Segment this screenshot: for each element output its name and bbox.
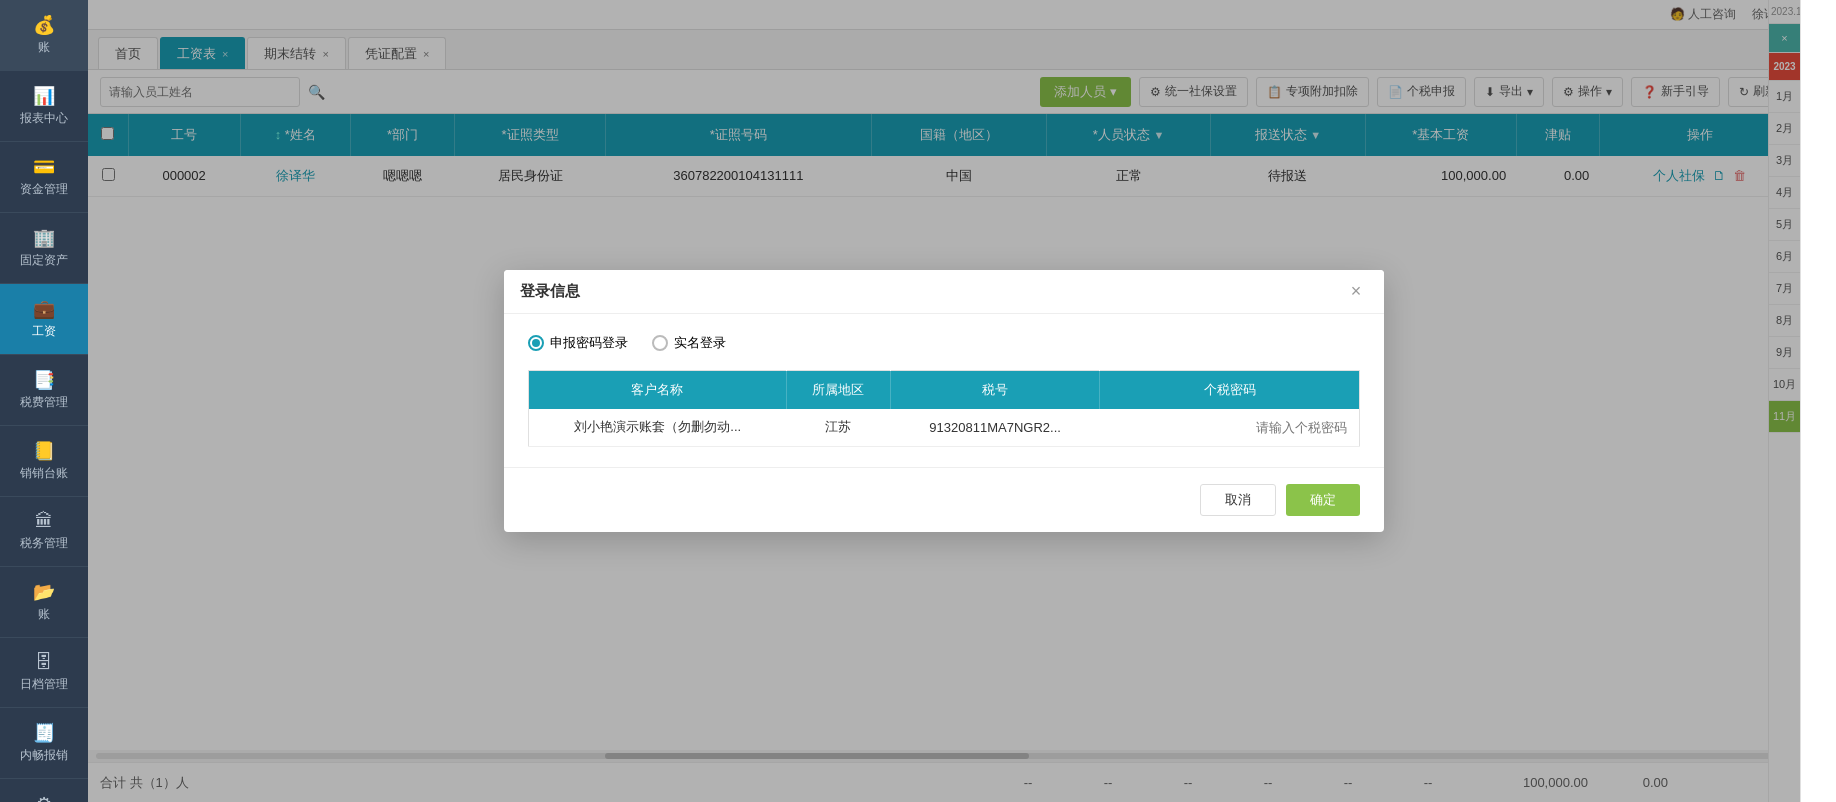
inner-cell-region: 江苏 xyxy=(786,409,890,447)
sidebar-item-报表中心[interactable]: 📊 报表中心 xyxy=(0,71,88,142)
报表-icon: 📊 xyxy=(0,85,88,107)
sidebar-item-日档管理[interactable]: 🗄 日档管理 xyxy=(0,638,88,708)
sidebar-item-税务管理[interactable]: 🏛 税务管理 xyxy=(0,497,88,567)
cancel-button[interactable]: 取消 xyxy=(1200,484,1276,516)
sidebar-item-内畅报销[interactable]: 🧾 内畅报销 xyxy=(0,708,88,779)
日档-icon: 🗄 xyxy=(0,652,88,673)
工资-icon: 💼 xyxy=(0,298,88,320)
sidebar-item-固定资产[interactable]: 🏢 固定资产 xyxy=(0,213,88,284)
modal-title: 登录信息 xyxy=(520,282,580,301)
sidebar: 💰 账 📊 报表中心 💳 资金管理 🏢 固定资产 💼 工资 📑 税费管理 📒 销… xyxy=(0,0,88,802)
modal-header: 登录信息 × xyxy=(504,270,1384,314)
modal-body: 申报密码登录 实名登录 客户名称 所属地区 税号 个税密码 xyxy=(504,314,1384,467)
sidebar-item-资金管理[interactable]: 💳 资金管理 xyxy=(0,142,88,213)
账-icon: 💰 xyxy=(0,14,88,36)
radio-group: 申报密码登录 实名登录 xyxy=(528,334,1360,352)
固定资产-icon: 🏢 xyxy=(0,227,88,249)
radio-password-dot xyxy=(528,335,544,351)
税务-icon: 🏛 xyxy=(0,511,88,532)
confirm-button[interactable]: 确定 xyxy=(1286,484,1360,516)
modal: 登录信息 × 申报密码登录 实名登录 客户名称 所属 xyxy=(504,270,1384,532)
报销-icon: 🧾 xyxy=(0,722,88,744)
sidebar-item-工资[interactable]: 💼 工资 xyxy=(0,284,88,355)
inner-col-taxid: 税号 xyxy=(890,371,1100,409)
税费-icon: 📑 xyxy=(0,369,88,391)
inner-col-name: 客户名称 xyxy=(529,371,787,409)
inner-col-region: 所属地区 xyxy=(786,371,890,409)
password-input[interactable] xyxy=(1112,420,1347,435)
sidebar-item-税费管理[interactable]: 📑 税费管理 xyxy=(0,355,88,426)
inner-cell-password[interactable] xyxy=(1100,409,1360,447)
sidebar-item-设[interactable]: ⚙ 设 xyxy=(0,779,88,802)
sidebar-item-账[interactable]: 💰 账 xyxy=(0,0,88,71)
inner-col-password: 个税密码 xyxy=(1100,371,1360,409)
radio-realname-dot xyxy=(652,335,668,351)
inner-table-row: 刘小艳演示账套（勿删勿动... 江苏 91320811MA7NGR2... xyxy=(529,409,1360,447)
sidebar-item-账2[interactable]: 📂 账 xyxy=(0,567,88,638)
inner-cell-taxid: 91320811MA7NGR2... xyxy=(890,409,1100,447)
资金-icon: 💳 xyxy=(0,156,88,178)
设-icon: ⚙ xyxy=(0,793,88,802)
销-icon: 📒 xyxy=(0,440,88,462)
radio-realname-login[interactable]: 实名登录 xyxy=(652,334,726,352)
账2-icon: 📂 xyxy=(0,581,88,603)
modal-overlay: 登录信息 × 申报密码登录 实名登录 客户名称 所属 xyxy=(88,0,1800,802)
modal-footer: 取消 确定 xyxy=(504,467,1384,532)
modal-close-button[interactable]: × xyxy=(1344,280,1368,304)
radio-password-login[interactable]: 申报密码登录 xyxy=(528,334,628,352)
sidebar-item-销销台账[interactable]: 📒 销销台账 xyxy=(0,426,88,497)
right-sidebar xyxy=(1800,0,1836,802)
inner-cell-name: 刘小艳演示账套（勿删勿动... xyxy=(529,409,787,447)
inner-table: 客户名称 所属地区 税号 个税密码 刘小艳演示账套（勿删勿动... 江苏 913… xyxy=(528,370,1360,447)
